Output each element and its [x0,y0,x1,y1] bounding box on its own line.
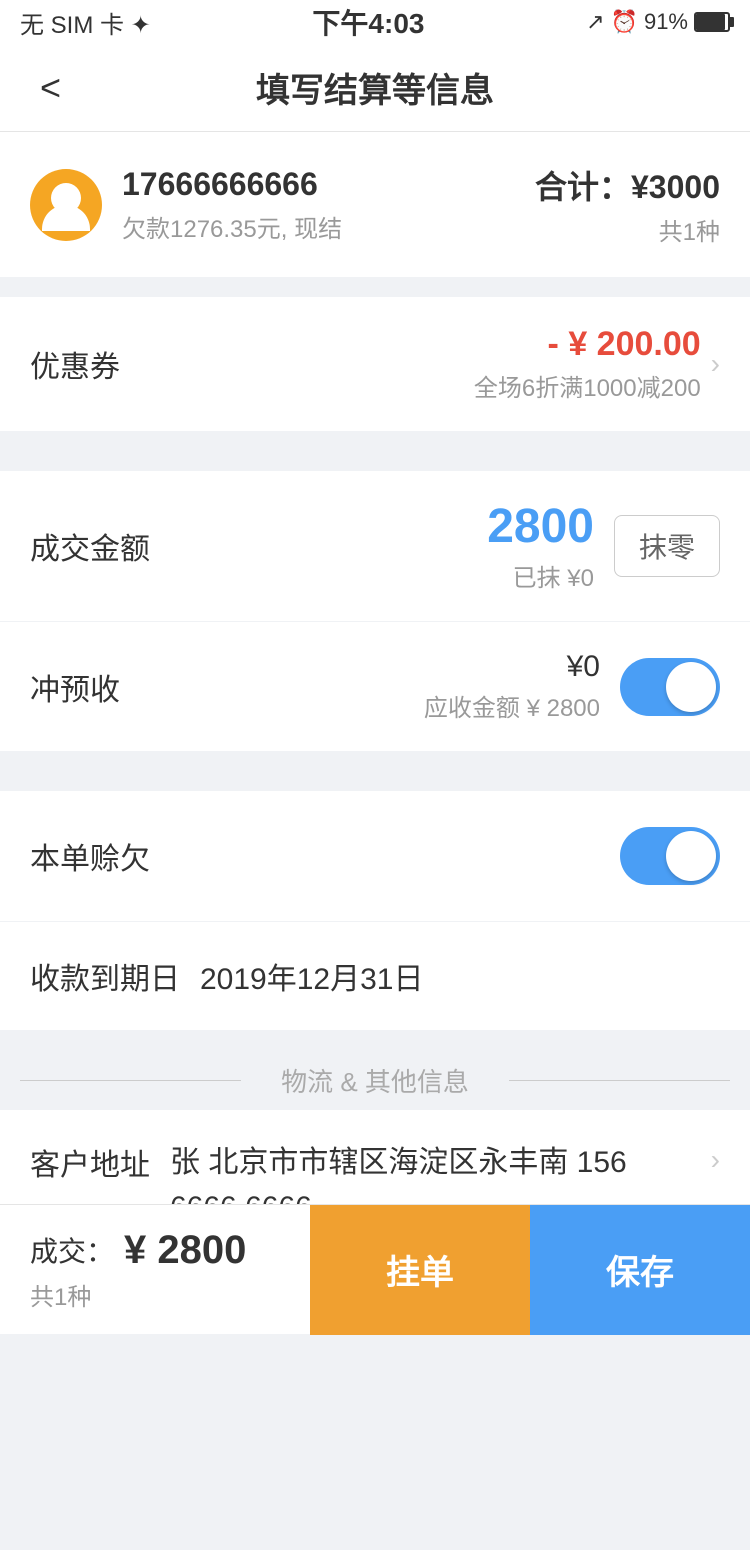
coupon-row[interactable]: 优惠券 - ¥ 200.00 全场6折满1000减200 › [0,297,750,431]
back-button[interactable]: < [30,57,71,119]
prepay-value: ¥0 [424,650,600,684]
hold-button[interactable]: 挂单 [310,1205,530,1335]
signal-text: 无 SIM 卡 ✦ [20,5,151,40]
divider-line-right [509,1080,730,1081]
prepay-label: 冲预收 [30,665,120,709]
nav-bar: < 填写结算等信息 [0,44,750,132]
customer-card: 17666666666 欠款1276.35元, 现结 合计：¥3000 共1种 [0,132,750,277]
customer-debt: 欠款1276.35元, 现结 [122,209,342,244]
total-amount: 合计：¥3000 [535,162,720,208]
amount-value-wrap: 2800 已抹 ¥0 [487,499,594,593]
page-title: 填写结算等信息 [256,63,494,112]
prepay-row: 冲预收 ¥0 应收金额 ¥ 2800 [0,622,750,751]
credit-section: 本单赊欠 收款到期日 2019年12月31日 [0,791,750,1030]
clock-icon: ⏰ [611,9,638,35]
prepay-sub: 应收金额 ¥ 2800 [424,688,600,723]
due-date-section: 收款到期日 2019年12月31日 [0,921,750,1030]
bottom-deal-amount: ¥ 2800 [124,1228,246,1273]
section-divider-2 [0,751,750,771]
bottom-bar: 成交： ¥ 2800 共1种 挂单 保存 [0,1204,750,1334]
status-left: 无 SIM 卡 ✦ [20,5,151,40]
round-button[interactable]: 抹零 [614,515,720,577]
due-date-label: 收款到期日 [30,954,180,998]
avatar [30,169,102,241]
save-button[interactable]: 保存 [530,1205,750,1335]
amount-label: 成交金额 [30,524,150,568]
deal-section: 成交金额 2800 已抹 ¥0 抹零 冲预收 ¥0 应收金额 ¥ 2800 [0,471,750,751]
amount-right: 2800 已抹 ¥0 抹零 [487,499,720,593]
section-divider-1 [0,451,750,471]
coupon-right: - ¥ 200.00 全场6折满1000减200 › [474,325,720,403]
customer-phone: 17666666666 [122,166,342,203]
prepay-toggle[interactable] [620,658,720,716]
coupon-desc: 全场6折满1000减200 [474,368,701,403]
bottom-deal-row: 成交： ¥ 2800 [30,1228,280,1273]
toggle-knob [666,662,716,712]
divider-line-left [20,1080,241,1081]
customer-total: 合计：¥3000 共1种 [535,162,720,247]
due-date-value: 2019年12月31日 [200,954,423,998]
coupon-amount: - ¥ 200.00 [474,325,701,364]
status-bar: 无 SIM 卡 ✦ 下午4:03 ↗ ⏰ 91% [0,0,750,44]
status-time: 下午4:03 [312,2,424,42]
battery-text: 91% [644,9,688,35]
amount-row: 成交金额 2800 已抹 ¥0 抹零 [0,471,750,622]
logistics-label: 物流 & 其他信息 [281,1062,469,1099]
customer-left: 17666666666 欠款1276.35元, 现结 [30,166,342,244]
status-right: ↗ ⏰ 91% [586,9,730,35]
address-label: 客户地址 [30,1140,150,1184]
total-count: 共1种 [535,212,720,247]
location-icon: ↗ [586,9,604,35]
bottom-summary: 成交： ¥ 2800 共1种 [0,1228,310,1312]
logistics-divider: 物流 & 其他信息 [0,1050,750,1110]
coupon-label: 优惠券 [30,342,120,386]
address-chevron-icon: › [711,1140,720,1176]
credit-toggle[interactable] [620,827,720,885]
customer-info: 17666666666 欠款1276.35元, 现结 [122,166,342,244]
credit-toggle-knob [666,831,716,881]
bottom-count: 共1种 [30,1277,280,1312]
bottom-deal-label: 成交： [30,1230,114,1270]
due-date-row: 收款到期日 2019年12月31日 [0,922,750,1030]
credit-row: 本单赊欠 [0,791,750,921]
prepay-value-wrap: ¥0 应收金额 ¥ 2800 [424,650,600,723]
amount-sub: 已抹 ¥0 [487,558,594,593]
prepay-right: ¥0 应收金额 ¥ 2800 [424,650,720,723]
chevron-right-icon: › [711,348,720,380]
amount-value: 2800 [487,499,594,554]
credit-label: 本单赊欠 [30,834,150,878]
battery-icon [694,12,730,32]
